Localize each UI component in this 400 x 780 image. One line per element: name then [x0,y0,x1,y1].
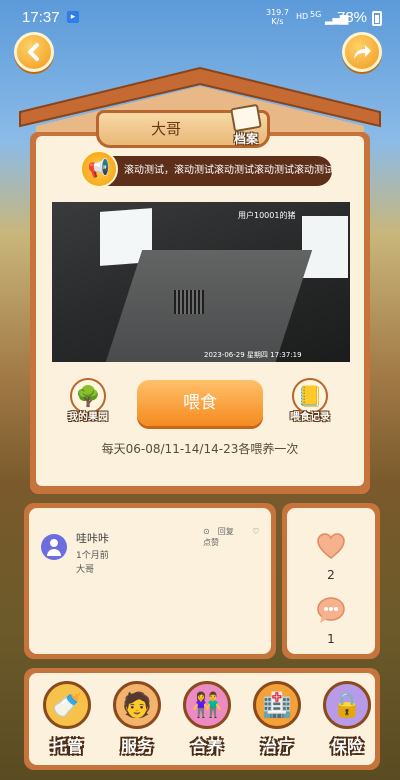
orchard-button[interactable]: 🌳 我的果园 [62,378,114,428]
heart-icon [317,533,345,559]
nav-label: 托管 [50,737,83,756]
status-time: 17:37 [22,9,60,26]
safe-icon: 🔒 [323,681,371,729]
video-user-overlay: 用户10001的猪 [238,211,296,220]
likes-count: 2 [327,568,335,582]
ceiling-vent [174,290,204,314]
feed-button[interactable]: 喂食 [137,380,263,426]
network-speed-value: 319.7 [266,8,289,17]
medical-icon: 🏥 [253,681,301,729]
chat-bubble-icon [317,597,345,623]
feeding-schedule: 每天06-08/11-14/14-23各喂养一次 [101,442,299,456]
avatar[interactable] [41,534,67,560]
pet-name: 大哥 [150,120,181,138]
network-speed: 319.7 K/s [266,8,289,26]
comment-time: 1个月前 [76,551,109,561]
document-icon [230,103,262,133]
5g-indicator: 5G [310,10,322,19]
nav-label: 合养 [190,737,223,756]
live-video[interactable]: 用户10001的猪 2023-06-29 星期四 17:37:19 [52,202,350,362]
stats-panel: 2 1 [282,503,380,659]
archive-label: 档案 [233,132,258,146]
battery-percent: 78% [337,9,368,26]
ceiling-light-right [302,216,348,278]
couple-icon: 👫 [183,681,231,729]
comment-panel-inner: 哇咔咔 1个月前 大哥 ⊙ 回复 ♡ 点赞 [29,508,271,654]
reply-button[interactable]: ⊙ 回复 [203,527,242,536]
comment-actions: ⊙ 回复 ♡ 点赞 [203,526,271,548]
announcement-text: 滚动测试，滚动测试滚动测试滚动测试滚动测试 [124,165,332,176]
share-arrow-icon [354,45,371,59]
network-speed-unit: K/s [271,17,284,26]
archive-button[interactable]: 档案 [228,103,264,150]
nav-item-co-raise[interactable]: 👫 合养 [175,679,239,763]
heart-outline-icon: ♡ [252,527,260,536]
reply-icon: ⊙ [203,527,210,536]
comment-panel: 哇咔咔 1个月前 大哥 ⊙ 回复 ♡ 点赞 [24,503,276,659]
orchard-label: 我的果园 [68,412,108,423]
pacifier-icon: 🍼 [43,681,91,729]
reply-label: 回复 [217,527,234,536]
stats-panel-inner: 2 1 [287,508,375,654]
feed-log-button[interactable]: 📒 喂食记录 [284,378,336,428]
comments-count: 1 [327,632,335,646]
like-label: 点赞 [203,538,219,547]
feed-log-label: 喂食记录 [290,412,330,423]
status-bar: 17:37 ▸ 319.7 K/s HD 5G ▂▄▆ 78% [0,0,400,32]
announcement-marquee: 滚动测试，滚动测试滚动测试滚动测试滚动测试 [84,156,332,186]
nav-label: 治疗 [260,737,293,756]
nav-item-service[interactable]: 🧑 服务 [105,679,169,763]
nav-item-hosting[interactable]: 🍼 托管 [35,679,99,763]
nav-item-insurance[interactable]: 🔒 保险 [315,679,379,763]
staff-icon: 🧑 [113,681,161,729]
likes-stat[interactable]: 2 [287,532,375,582]
bottom-nav-inner: 🍼 托管 🧑 服务 👫 合养 🏥 治疗 🔒 保险 [29,673,375,765]
megaphone-icon: 📢 [80,150,118,188]
nav-item-treatment[interactable]: 🏥 治疗 [245,679,309,763]
ceiling-beam [105,250,313,362]
comments-stat[interactable]: 1 [287,596,375,646]
comment-user: 哇咔咔 [76,532,109,545]
bottom-nav: 🍼 托管 🧑 服务 👫 合养 🏥 治疗 🔒 保险 [24,668,380,770]
chevron-left-icon [28,43,39,61]
nav-label: 保险 [330,737,363,756]
nav-label: 服务 [120,737,153,756]
app-notification-icon: ▸ [67,11,79,23]
video-timestamp: 2023-06-29 星期四 17:37:19 [204,351,302,359]
battery-icon [372,11,382,26]
comment-text: 大哥 [76,565,95,575]
hd-indicator: HD [296,12,309,21]
